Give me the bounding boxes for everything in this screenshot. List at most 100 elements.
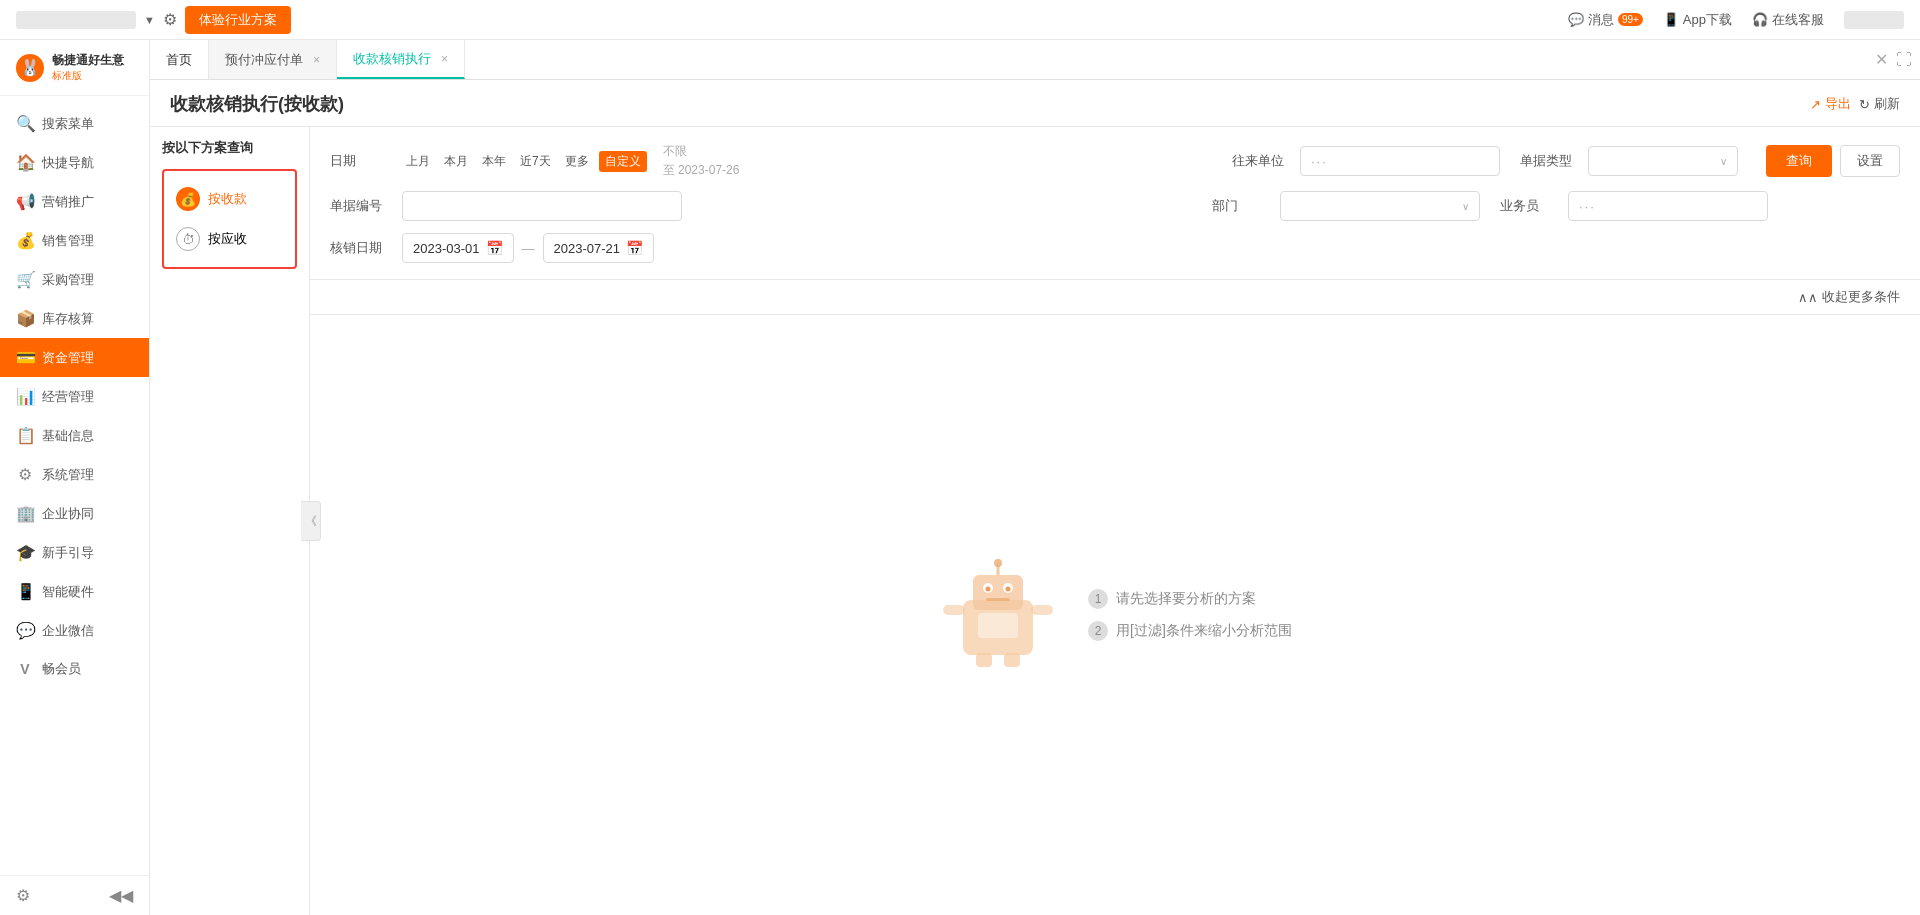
- date-shortcut-more[interactable]: 更多: [561, 151, 593, 172]
- query-button[interactable]: 查询: [1766, 145, 1832, 177]
- filter-by-receivable[interactable]: ⏱ 按应收: [172, 219, 287, 259]
- sidebar-item-guide[interactable]: 🎓 新手引导: [0, 533, 149, 572]
- vip-icon: V: [16, 661, 34, 677]
- refresh-button[interactable]: ↻ 刷新: [1859, 95, 1900, 113]
- date-shortcut-this-year[interactable]: 本年: [478, 151, 510, 172]
- logo-main-text: 畅捷通好生意: [52, 52, 124, 69]
- sidebar-item-vip[interactable]: V 畅会员: [0, 650, 149, 688]
- sidebar-item-smart-hw[interactable]: 📱 智能硬件: [0, 572, 149, 611]
- messages-item[interactable]: 💬 消息 99+: [1568, 11, 1643, 29]
- sidebar-item-finance-label: 资金管理: [42, 349, 94, 367]
- sidebar-item-enterprise[interactable]: 🏢 企业协同: [0, 494, 149, 533]
- solution-button[interactable]: 体验行业方案: [185, 6, 291, 34]
- sidebar-item-marketing[interactable]: 📢 营销推广: [0, 182, 149, 221]
- dropdown-icon[interactable]: ▼: [144, 14, 155, 26]
- by-collection-icon: 💰: [176, 187, 200, 211]
- tab-prepay[interactable]: 预付冲应付单 ×: [209, 40, 337, 79]
- date-separator: —: [522, 241, 535, 256]
- refresh-label: 刷新: [1874, 95, 1900, 113]
- tab-bar-actions: ✕ ⛶: [1867, 40, 1920, 79]
- sidebar-item-purchase[interactable]: 🛒 采购管理: [0, 260, 149, 299]
- empty-number-1: 1: [1088, 589, 1108, 609]
- query-form: 日期 上月 本月 本年 近7天 更多 自定义 不限 至 2023-07-26: [310, 127, 1920, 280]
- sidebar-menu: 🔍 搜索菜单 🏠 快捷导航 📢 营销推广 💰 销售管理 🛒 采购管理 📦: [0, 96, 149, 875]
- writeoff-end-date[interactable]: 2023-07-21 📅: [543, 233, 655, 263]
- tab-bar: 首页 预付冲应付单 × 收款核销执行 × ✕ ⛶: [150, 40, 1920, 80]
- date-shortcut-this-month[interactable]: 本月: [440, 151, 472, 172]
- sidebar-item-inventory[interactable]: 📦 库存核算: [0, 299, 149, 338]
- gear-icon[interactable]: ⚙: [163, 10, 177, 29]
- svg-point-8: [994, 559, 1002, 567]
- empty-hint-2-text: 用[过滤]条件来缩小分析范围: [1116, 622, 1292, 640]
- sidebar-item-system[interactable]: ⚙ 系统管理: [0, 455, 149, 494]
- writeoff-end-value: 2023-07-21: [554, 241, 621, 256]
- purchase-icon: 🛒: [16, 270, 34, 289]
- bottom-settings-icon[interactable]: ⚙: [16, 886, 30, 905]
- filter-panel-title: 按以下方案查询: [162, 139, 297, 157]
- inventory-icon: 📦: [16, 309, 34, 328]
- staff-input[interactable]: ···: [1568, 191, 1768, 221]
- sidebar-item-wechat[interactable]: 💬 企业微信: [0, 611, 149, 650]
- sidebar-item-finance[interactable]: 💳 资金管理: [0, 338, 149, 377]
- partner-input[interactable]: ···: [1300, 146, 1500, 176]
- sidebar-item-quick-nav-label: 快捷导航: [42, 154, 94, 172]
- sidebar-item-guide-label: 新手引导: [42, 544, 94, 562]
- app-download-item[interactable]: 📱 App下载: [1663, 11, 1732, 29]
- svg-rect-10: [1004, 653, 1020, 667]
- sidebar-item-sales[interactable]: 💰 销售管理: [0, 221, 149, 260]
- headset-icon: 🎧: [1752, 12, 1768, 27]
- tab-window-close-icon[interactable]: ✕: [1875, 50, 1888, 69]
- date-shortcut-last-month[interactable]: 上月: [402, 151, 434, 172]
- partner-label: 往来单位: [1232, 152, 1292, 170]
- main-layout: 🐰 畅捷通好生意 标准版 🔍 搜索菜单 🏠 快捷导航 📢 营销推广 💰 销售管理: [0, 40, 1920, 915]
- sidebar-item-basics-label: 基础信息: [42, 427, 94, 445]
- doc-type-select[interactable]: ∨: [1588, 146, 1738, 176]
- partner-dots: ···: [1311, 154, 1328, 169]
- doc-type-arrow: ∨: [1720, 156, 1727, 167]
- sidebar-item-basics[interactable]: 📋 基础信息: [0, 416, 149, 455]
- sidebar-item-enterprise-label: 企业协同: [42, 505, 94, 523]
- date-shortcut-custom[interactable]: 自定义: [599, 151, 647, 172]
- date-shortcuts: 上月 本月 本年 近7天 更多 自定义: [402, 151, 647, 172]
- brand-placeholder: [16, 11, 136, 29]
- svg-rect-13: [978, 613, 1018, 638]
- system-icon: ⚙: [16, 465, 34, 484]
- doc-no-input[interactable]: [402, 191, 682, 221]
- export-button[interactable]: ↗ 导出: [1810, 95, 1851, 113]
- date-no-limit: 不限: [663, 143, 740, 160]
- sidebar-item-operations[interactable]: 📊 经营管理: [0, 377, 149, 416]
- collapse-more-button[interactable]: ∧∧ 收起更多条件: [1798, 288, 1900, 306]
- writeoff-start-date[interactable]: 2023-03-01 📅: [402, 233, 514, 263]
- top-bar-right: 💬 消息 99+ 📱 App下载 🎧 在线客服: [1568, 11, 1904, 29]
- tab-resize-icon[interactable]: ⛶: [1896, 51, 1912, 69]
- sidebar-item-marketing-label: 营销推广: [42, 193, 94, 211]
- sidebar-item-inventory-label: 库存核算: [42, 310, 94, 328]
- sidebar-item-system-label: 系统管理: [42, 466, 94, 484]
- bottom-collapse-icon[interactable]: ◀◀: [109, 886, 133, 905]
- settings-button[interactable]: 设置: [1840, 145, 1900, 177]
- tab-prepay-close[interactable]: ×: [313, 53, 320, 67]
- enterprise-icon: 🏢: [16, 504, 34, 523]
- app-download-label: App下载: [1683, 11, 1732, 29]
- page-header: 收款核销执行(按收款) ↗ 导出 ↻ 刷新: [150, 80, 1920, 127]
- online-service-item[interactable]: 🎧 在线客服: [1752, 11, 1824, 29]
- date-label: 日期: [330, 152, 390, 170]
- date-shortcut-7days[interactable]: 近7天: [516, 151, 555, 172]
- sidebar-item-search-menu[interactable]: 🔍 搜索菜单: [0, 104, 149, 143]
- tab-home[interactable]: 首页: [150, 40, 209, 79]
- tab-collection-close[interactable]: ×: [441, 52, 448, 66]
- dept-select[interactable]: ∨: [1280, 191, 1480, 221]
- page-title: 收款核销执行(按收款): [170, 92, 344, 116]
- filter-by-collection[interactable]: 💰 按收款: [172, 179, 287, 219]
- tab-collection[interactable]: 收款核销执行 ×: [337, 40, 465, 79]
- online-service-label: 在线客服: [1772, 11, 1824, 29]
- tab-home-label: 首页: [166, 51, 192, 69]
- calendar-start-icon: 📅: [486, 240, 503, 256]
- sidebar-logo: 🐰 畅捷通好生意 标准版: [0, 40, 149, 96]
- sidebar-item-quick-nav[interactable]: 🏠 快捷导航: [0, 143, 149, 182]
- svg-rect-6: [986, 598, 1010, 601]
- filter-collapse-button[interactable]: 《: [301, 501, 321, 541]
- dept-label: 部门: [1212, 197, 1272, 215]
- empty-state: 1 请先选择要分析的方案 2 用[过滤]条件来缩小分析范围: [310, 315, 1920, 915]
- sidebar-item-smart-hw-label: 智能硬件: [42, 583, 94, 601]
